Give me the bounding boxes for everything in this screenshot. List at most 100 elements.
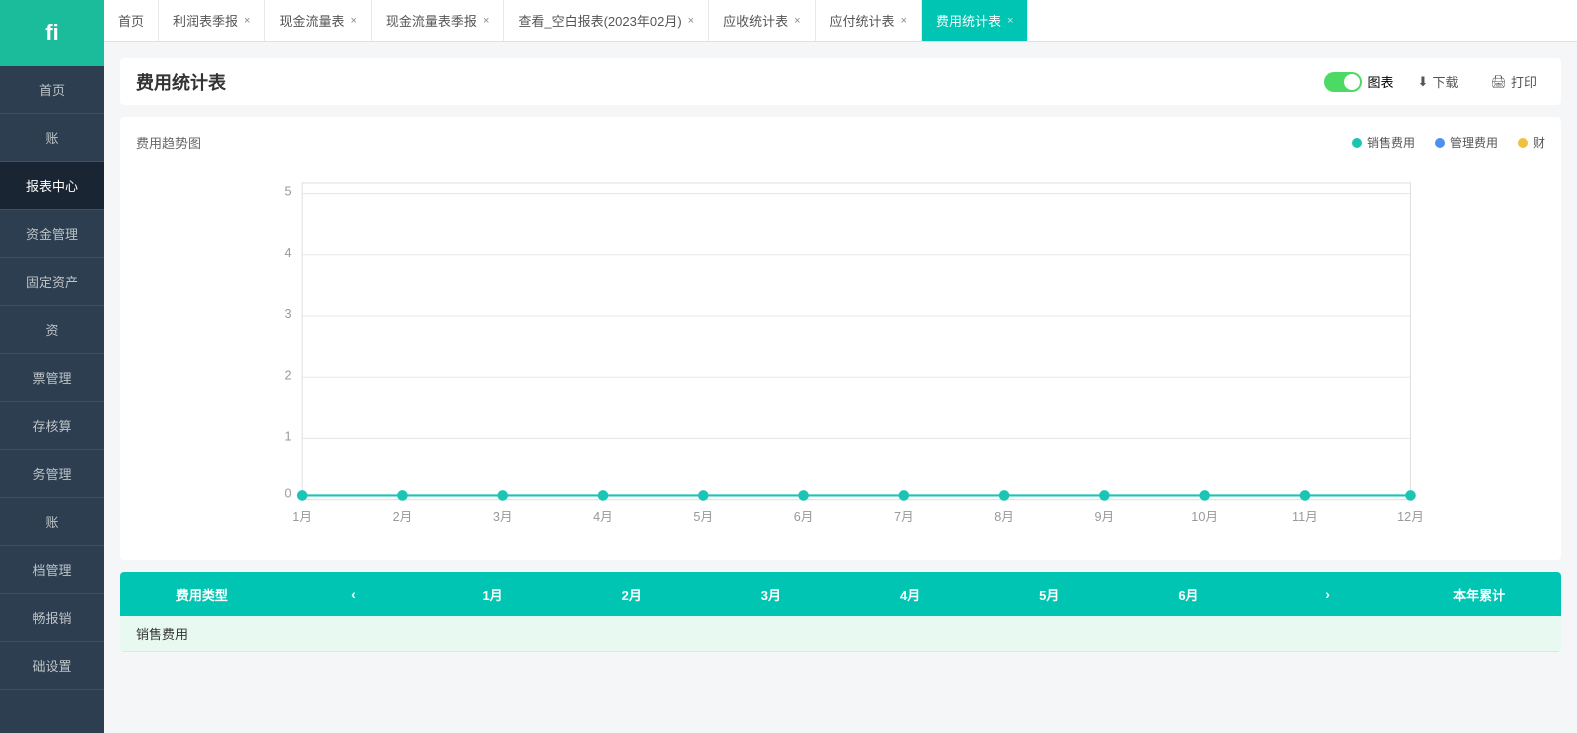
th-prev-nav[interactable]: ‹ xyxy=(284,584,423,604)
tab-profit-close[interactable]: × xyxy=(244,15,250,27)
sidebar: fi 首页 账 报表中心 资金管理 固定资产 资 票管理 存核算 务管理 账 档… xyxy=(0,0,104,733)
table-row: 销售费用 xyxy=(120,616,1561,652)
td-m5 xyxy=(983,616,1121,651)
chart-header: 费用趋势图 销售费用 管理费用 财 xyxy=(136,133,1545,152)
th-month2: 2月 xyxy=(562,585,701,604)
svg-text:2: 2 xyxy=(285,368,292,382)
th-month5: 5月 xyxy=(980,585,1119,604)
sidebar-item-account[interactable]: 账 xyxy=(0,114,104,162)
main-area: 首页 利润表季报 × 现金流量表 × 现金流量表季报 × 查看_空白报表(202… xyxy=(104,0,1577,733)
legend-admin: 管理费用 xyxy=(1435,134,1498,151)
th-month6: 6月 xyxy=(1119,585,1258,604)
svg-text:11月: 11月 xyxy=(1292,510,1318,524)
th-month4: 4月 xyxy=(841,585,980,604)
sidebar-item-expense[interactable]: 畅报销 xyxy=(0,594,104,642)
tab-payable-close[interactable]: × xyxy=(901,15,907,27)
svg-text:12月: 12月 xyxy=(1397,510,1424,524)
chart-toggle-label: 图表 xyxy=(1368,72,1394,91)
sidebar-item-invoice[interactable]: 票管理 xyxy=(0,354,104,402)
legend-sales: 销售费用 xyxy=(1352,134,1415,151)
tab-receivable[interactable]: 应收统计表 × xyxy=(709,0,815,42)
chart-title: 费用趋势图 xyxy=(136,133,201,152)
svg-text:0: 0 xyxy=(285,487,292,501)
logo: fi xyxy=(0,0,104,66)
legend-finance: 财 xyxy=(1518,134,1545,151)
th-next-nav[interactable]: › xyxy=(1258,584,1397,604)
td-m4 xyxy=(845,616,983,651)
tab-cashflow[interactable]: 现金流量表 × xyxy=(265,0,371,42)
svg-text:4: 4 xyxy=(285,246,292,260)
svg-text:3月: 3月 xyxy=(493,510,513,524)
th-month3: 3月 xyxy=(701,585,840,604)
chart-toggle[interactable] xyxy=(1324,72,1362,92)
chart-card: 费用趋势图 销售费用 管理费用 财 xyxy=(120,117,1561,560)
chart-toggle-wrap: 图表 xyxy=(1324,72,1394,92)
sidebar-item-service[interactable]: 务管理 xyxy=(0,450,104,498)
print-button[interactable]: 🖨 打印 xyxy=(1482,68,1545,95)
th-month1: 1月 xyxy=(423,585,562,604)
tab-receivable-close[interactable]: × xyxy=(794,15,800,27)
sidebar-item-home[interactable]: 首页 xyxy=(0,66,104,114)
download-button[interactable]: ⬇ 下载 xyxy=(1410,68,1467,95)
td-m1 xyxy=(429,616,567,651)
tab-blank-report[interactable]: 查看_空白报表(2023年02月) × xyxy=(504,0,709,42)
table-header: 费用类型 ‹ 1月 2月 3月 4月 5月 xyxy=(120,572,1561,616)
tab-expense-stat[interactable]: 费用统计表 × xyxy=(922,0,1028,42)
sidebar-item-settings[interactable]: 础设置 xyxy=(0,642,104,690)
tab-profit[interactable]: 利润表季报 × xyxy=(159,0,265,42)
tab-cashflow-quarter[interactable]: 现金流量表季报 × xyxy=(372,0,504,42)
page-title: 费用统计表 xyxy=(136,69,226,95)
svg-text:10月: 10月 xyxy=(1191,510,1218,524)
tabbar: 首页 利润表季报 × 现金流量表 × 现金流量表季报 × 查看_空白报表(202… xyxy=(104,0,1577,42)
td-nav-spacer xyxy=(1260,616,1398,651)
td-m2 xyxy=(568,616,706,651)
nav-next-arrow[interactable]: › xyxy=(1321,584,1334,604)
svg-text:8月: 8月 xyxy=(994,510,1014,524)
svg-text:5: 5 xyxy=(285,185,292,199)
svg-text:2月: 2月 xyxy=(393,510,413,524)
legend-admin-dot xyxy=(1435,138,1445,148)
td-m3 xyxy=(706,616,844,651)
svg-text:5月: 5月 xyxy=(693,510,713,524)
sidebar-item-capital[interactable]: 资 xyxy=(0,306,104,354)
svg-text:4月: 4月 xyxy=(593,510,613,524)
sidebar-item-inventory[interactable]: 存核算 xyxy=(0,402,104,450)
legend-sales-label: 销售费用 xyxy=(1367,134,1415,151)
legend-finance-dot xyxy=(1518,138,1528,148)
svg-text:3: 3 xyxy=(285,307,292,321)
sidebar-item-asset[interactable]: 固定资产 xyxy=(0,258,104,306)
tab-home[interactable]: 首页 xyxy=(104,0,159,42)
tab-cashflow-close[interactable]: × xyxy=(350,15,356,27)
th-ytd: 本年累计 xyxy=(1397,585,1561,604)
chart-legend: 销售费用 管理费用 财 xyxy=(1352,134,1545,151)
tab-blank-report-close[interactable]: × xyxy=(688,15,694,27)
svg-text:1: 1 xyxy=(285,430,292,444)
svg-text:1月: 1月 xyxy=(292,510,312,524)
legend-sales-dot xyxy=(1352,138,1362,148)
td-ytd xyxy=(1398,616,1561,651)
download-icon: ⬇ xyxy=(1418,74,1429,90)
sidebar-item-ledger[interactable]: 账 xyxy=(0,498,104,546)
legend-admin-label: 管理费用 xyxy=(1450,134,1498,151)
sidebar-item-report[interactable]: 报表中心 xyxy=(0,162,104,210)
chart-svg-container: 5 4 3 2 1 0 xyxy=(136,164,1545,544)
tab-cashflow-quarter-close[interactable]: × xyxy=(483,15,489,27)
sidebar-item-archive[interactable]: 档管理 xyxy=(0,546,104,594)
expense-table: 费用类型 ‹ 1月 2月 3月 4月 5月 xyxy=(120,572,1561,652)
content-area: 费用统计表 图表 ⬇ 下载 🖨 打印 费用趋势图 xyxy=(104,42,1577,733)
svg-text:6月: 6月 xyxy=(794,510,814,524)
td-spacer xyxy=(291,616,429,651)
svg-text:9月: 9月 xyxy=(1095,510,1115,524)
tab-payable[interactable]: 应付统计表 × xyxy=(816,0,922,42)
nav-prev-arrow[interactable]: ‹ xyxy=(347,584,360,604)
sidebar-item-fund[interactable]: 资金管理 xyxy=(0,210,104,258)
chart-svg: 5 4 3 2 1 0 xyxy=(136,164,1545,544)
td-m6 xyxy=(1121,616,1259,651)
header-actions: 图表 ⬇ 下载 🖨 打印 xyxy=(1324,68,1545,95)
print-icon: 🖨 xyxy=(1490,74,1507,90)
page-header: 费用统计表 图表 ⬇ 下载 🖨 打印 xyxy=(120,58,1561,105)
td-type: 销售费用 xyxy=(120,616,291,651)
tab-expense-stat-close[interactable]: × xyxy=(1007,15,1013,27)
legend-finance-label: 财 xyxy=(1533,134,1545,151)
th-type: 费用类型 xyxy=(120,585,284,604)
